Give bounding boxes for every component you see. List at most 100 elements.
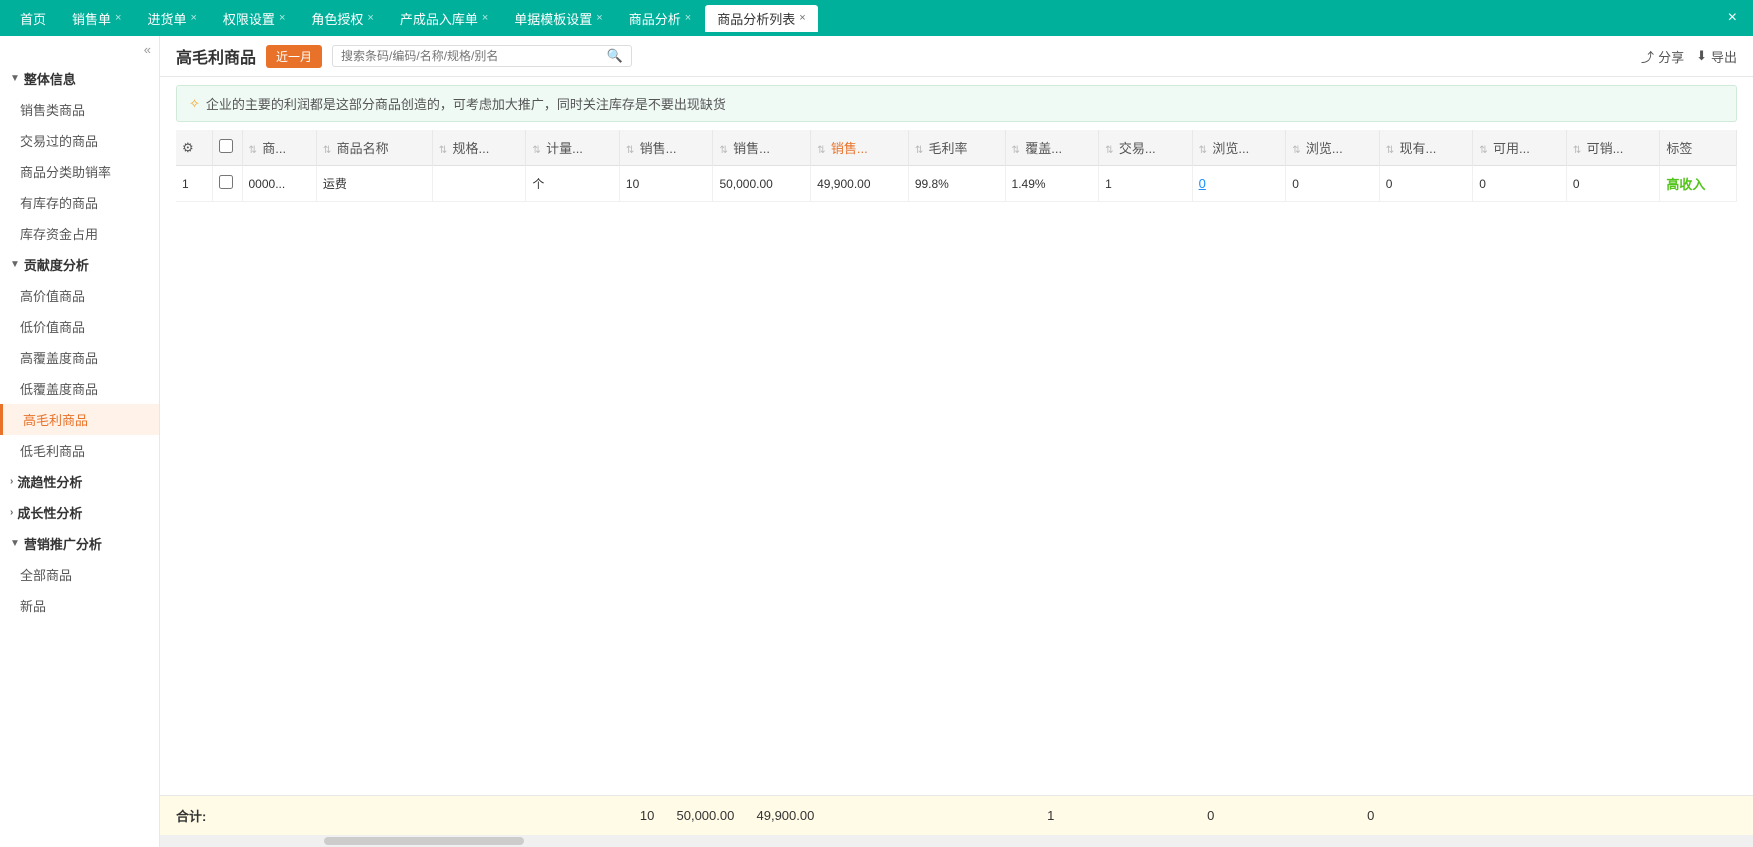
col-transactions: ⇅ 交易...: [1099, 130, 1193, 166]
sidebar-item-sales-goods[interactable]: 销售类商品: [0, 94, 159, 125]
sidebar-item-high-margin[interactable]: 高毛利商品: [0, 404, 159, 435]
cell-coverage: 1.49%: [1005, 166, 1099, 202]
export-button[interactable]: ⬇ 导出: [1696, 47, 1737, 66]
close-permission[interactable]: ×: [279, 12, 285, 24]
nav-purchase-order[interactable]: 进货单 ×: [135, 5, 208, 32]
cell-browse1[interactable]: 0: [1192, 166, 1286, 202]
sort-icon12[interactable]: ⇅: [1292, 145, 1300, 156]
col-browse1: ⇅ 浏览...: [1192, 130, 1286, 166]
sort-icon7[interactable]: ⇅: [817, 145, 825, 156]
footer-label: 合计:: [176, 806, 206, 825]
scroll-thumb[interactable]: [324, 837, 524, 845]
sidebar-item-low-coverage[interactable]: 低覆盖度商品: [0, 373, 159, 404]
cell-tag: 高收入: [1660, 166, 1737, 202]
sort-icon2[interactable]: ⇅: [323, 145, 331, 156]
sort-icon9[interactable]: ⇅: [1012, 145, 1020, 156]
sidebar: « ▼ 整体信息 销售类商品 交易过的商品 商品分类助销率 有库存的商品 库存资…: [0, 36, 160, 847]
table-footer: 合计: 10 50,000.00 49,900.00 1 0 0: [160, 795, 1753, 835]
sidebar-group-flow[interactable]: › 流趋性分析: [0, 466, 159, 497]
footer-browse2: 0: [1142, 808, 1222, 823]
col-sellable-stock: ⇅ 可销...: [1566, 130, 1660, 166]
sort-icon11[interactable]: ⇅: [1199, 145, 1207, 156]
horizontal-scrollbar[interactable]: [160, 835, 1753, 847]
close-product-analysis[interactable]: ×: [685, 12, 691, 24]
select-all-checkbox[interactable]: [219, 139, 233, 153]
nav-product-inbound[interactable]: 产成品入库单 ×: [388, 5, 500, 32]
sidebar-item-all-goods[interactable]: 全部商品: [0, 559, 159, 590]
close-sales-order[interactable]: ×: [115, 12, 121, 24]
sort-icon4[interactable]: ⇅: [532, 145, 540, 156]
col-browse2: ⇅ 浏览...: [1286, 130, 1380, 166]
arrow-right-icon: ›: [10, 476, 13, 487]
search-input[interactable]: [341, 49, 607, 63]
footer-available-stock: 0: [1302, 808, 1382, 823]
sidebar-item-category-assist[interactable]: 商品分类助销率: [0, 156, 159, 187]
share-button[interactable]: ⤴ 分享: [1641, 47, 1684, 66]
sidebar-item-low-value[interactable]: 低价值商品: [0, 311, 159, 342]
cell-checkbox[interactable]: [212, 166, 242, 202]
sidebar-group-marketing[interactable]: ▼ 营销推广分析: [0, 528, 159, 559]
search-box: 🔍: [332, 45, 632, 67]
close-purchase-order[interactable]: ×: [190, 12, 196, 24]
sidebar-item-traded-goods[interactable]: 交易过的商品: [0, 125, 159, 156]
sort-icon8[interactable]: ⇅: [915, 145, 923, 156]
col-name: ⇅ 商品名称: [316, 130, 432, 166]
cell-sales-amt1: 50,000.00: [713, 166, 811, 202]
content-area: 高毛利商品 近一月 🔍 ⤴ 分享 ⬇ 导出 ✧ 企业的主要的利润都是这部分商品创…: [160, 36, 1753, 847]
nav-home[interactable]: 首页: [8, 5, 58, 32]
sort-icon6[interactable]: ⇅: [719, 145, 727, 156]
sidebar-item-inventory-capital[interactable]: 库存资金占用: [0, 218, 159, 249]
sidebar-group-overall[interactable]: ▼ 整体信息: [0, 63, 159, 94]
sort-icon5[interactable]: ⇅: [626, 145, 634, 156]
sort-icon[interactable]: ⇅: [249, 145, 257, 156]
sort-icon3[interactable]: ⇅: [439, 145, 447, 156]
col-sales-qty: ⇅ 销售...: [619, 130, 713, 166]
table-wrapper[interactable]: ⚙ ⇅ 商... ⇅ 商品名称: [160, 130, 1753, 795]
export-icon: ⬇: [1696, 48, 1707, 64]
arrow-down-icon3: ▼: [10, 538, 20, 549]
info-text: 企业的主要的利润都是这部分商品创造的，可考虑加大推广，同时关注库存是不要出现缺货: [206, 94, 726, 113]
sidebar-item-new-goods[interactable]: 新品: [0, 590, 159, 621]
search-icon[interactable]: 🔍: [607, 48, 623, 64]
close-role[interactable]: ×: [367, 12, 373, 24]
sort-icon13[interactable]: ⇅: [1386, 145, 1394, 156]
sort-icon14[interactable]: ⇅: [1479, 145, 1487, 156]
sidebar-item-in-stock[interactable]: 有库存的商品: [0, 187, 159, 218]
info-bar: ✧ 企业的主要的利润都是这部分商品创造的，可考虑加大推广，同时关注库存是不要出现…: [176, 85, 1737, 122]
page-title: 高毛利商品: [176, 44, 256, 68]
nav-product-analysis-list[interactable]: 商品分析列表 ×: [705, 5, 817, 32]
header-actions: ⤴ 分享 ⬇ 导出: [1641, 47, 1737, 66]
cell-spec: [432, 166, 526, 202]
cell-index: 1: [176, 166, 212, 202]
close-all-tabs[interactable]: ×: [1720, 7, 1745, 29]
footer-transactions: 1: [982, 808, 1062, 823]
nav-product-analysis[interactable]: 商品分析 ×: [617, 5, 703, 32]
sort-icon10[interactable]: ⇅: [1105, 145, 1113, 156]
sidebar-group-growth[interactable]: › 成长性分析: [0, 497, 159, 528]
nav-template[interactable]: 单据模板设置 ×: [502, 5, 614, 32]
close-product-inbound[interactable]: ×: [482, 12, 488, 24]
settings-icon[interactable]: ⚙: [182, 140, 194, 155]
cell-unit: 个: [526, 166, 620, 202]
sidebar-item-high-coverage[interactable]: 高覆盖度商品: [0, 342, 159, 373]
col-spec: ⇅ 规格...: [432, 130, 526, 166]
col-available-stock: ⇅ 可用...: [1473, 130, 1567, 166]
nav-permission[interactable]: 权限设置 ×: [211, 5, 297, 32]
cell-browse2: 0: [1286, 166, 1380, 202]
sort-icon15[interactable]: ⇅: [1573, 145, 1581, 156]
col-sales-amt1: ⇅ 销售...: [713, 130, 811, 166]
table-header-row: ⚙ ⇅ 商... ⇅ 商品名称: [176, 130, 1737, 166]
sidebar-item-low-margin[interactable]: 低毛利商品: [0, 435, 159, 466]
sidebar-group-contribution[interactable]: ▼ 贡献度分析: [0, 249, 159, 280]
close-product-analysis-list[interactable]: ×: [799, 12, 805, 24]
col-settings[interactable]: ⚙: [176, 130, 212, 166]
row-checkbox[interactable]: [219, 175, 233, 189]
sidebar-collapse-btn[interactable]: «: [0, 36, 159, 63]
period-button[interactable]: 近一月: [266, 45, 322, 68]
nav-sales-order[interactable]: 销售单 ×: [60, 5, 133, 32]
nav-role[interactable]: 角色授权 ×: [299, 5, 385, 32]
cell-sales-qty: 10: [619, 166, 713, 202]
sidebar-item-high-value[interactable]: 高价值商品: [0, 280, 159, 311]
close-template[interactable]: ×: [596, 12, 602, 24]
col-unit: ⇅ 计量...: [526, 130, 620, 166]
